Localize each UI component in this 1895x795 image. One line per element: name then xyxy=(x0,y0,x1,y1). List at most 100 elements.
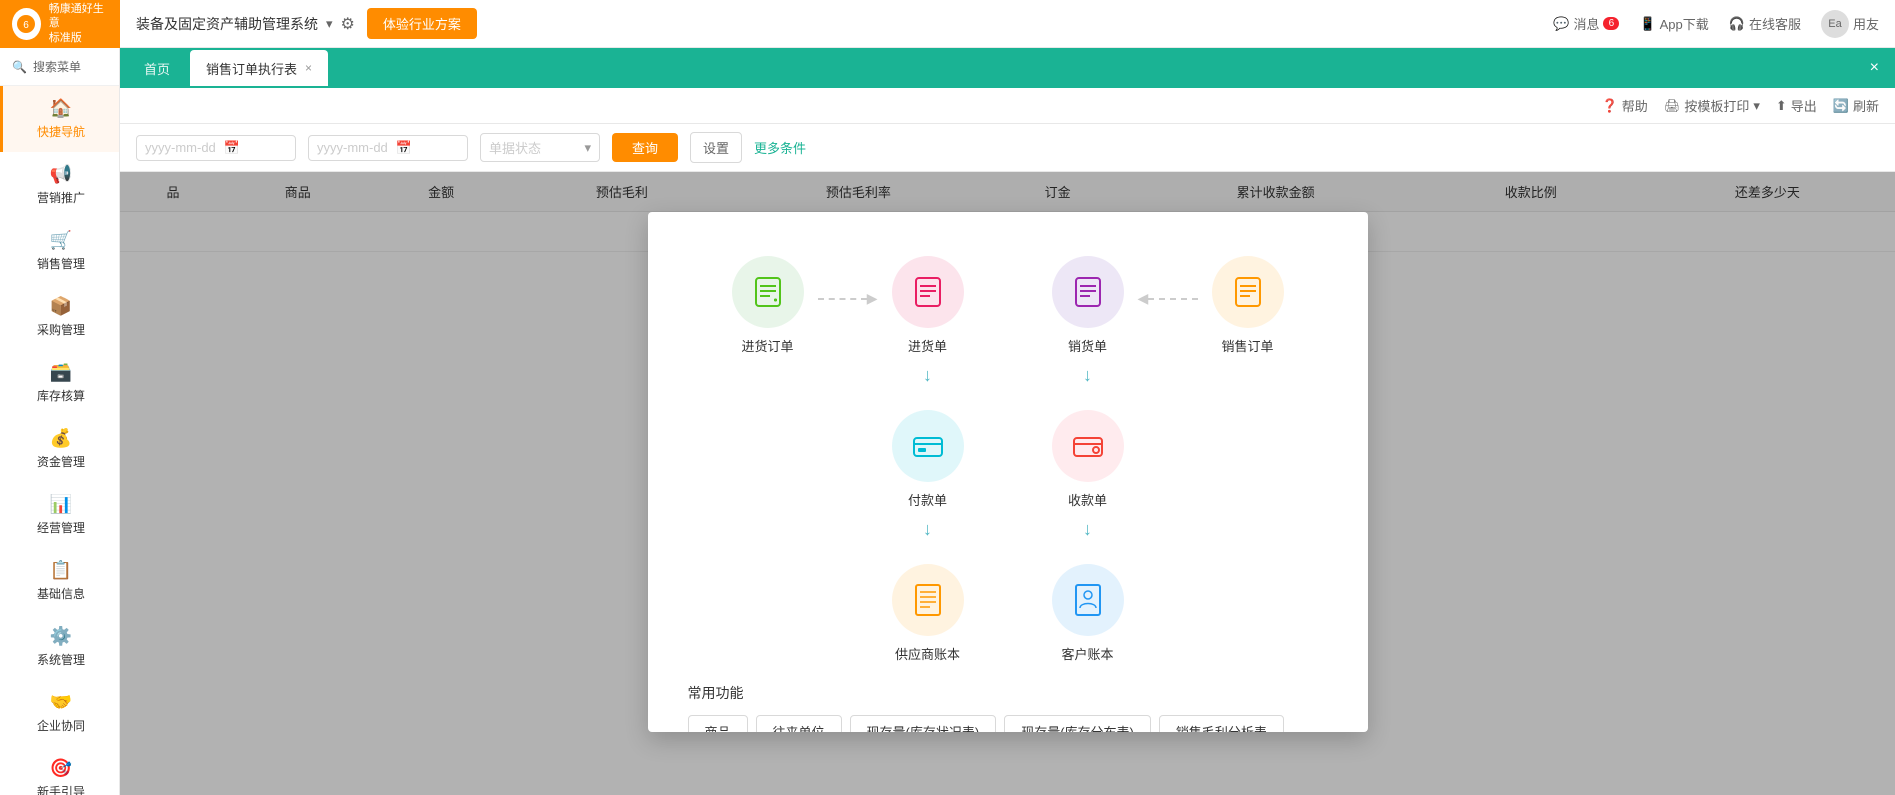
purchase-icon: 📦 xyxy=(50,296,72,317)
print-button[interactable]: 🖨 按模板打印 ▾ xyxy=(1664,96,1760,115)
func-inventory-status[interactable]: 现存量(库存状况表) xyxy=(850,715,997,732)
flow-empty-r2c4 xyxy=(1168,398,1328,552)
sale-bill-circle xyxy=(1052,256,1124,328)
customer-account-label: 客户账本 xyxy=(1061,644,1113,663)
func-sales-margin[interactable]: 销售毛利分析表 xyxy=(1159,715,1284,732)
sidebar-item-system[interactable]: ⚙️ 系统管理 xyxy=(0,614,119,680)
sale-order-circle xyxy=(1212,256,1284,328)
payment-circle xyxy=(892,410,964,482)
tab-sales-order[interactable]: 销售订单执行表 × xyxy=(190,50,328,86)
logo-area: 6 畅康通好生意 标准版 xyxy=(0,0,120,48)
basic-icon: 📋 xyxy=(50,560,72,581)
flow-purchase-order[interactable]: 进货订单 ▶ xyxy=(688,244,848,398)
svg-text:6: 6 xyxy=(24,20,30,31)
purchase-order-circle xyxy=(732,256,804,328)
purchase-bill-label: 进货单 xyxy=(908,336,947,355)
sidebar-item-quick-nav[interactable]: 🏠 快捷导航 xyxy=(0,86,119,152)
enterprise-icon: 🤝 xyxy=(50,692,72,713)
sale-bill-label: 销货单 xyxy=(1068,336,1107,355)
inventory-icon: 🗃️ xyxy=(50,362,72,383)
purchase-bill-circle xyxy=(892,256,964,328)
supplier-account-circle xyxy=(892,564,964,636)
modal-overlay[interactable]: 进货订单 ▶ xyxy=(120,172,1895,795)
arrow-down-2: ↓ xyxy=(1083,365,1092,386)
arrow-down-3: ↓ xyxy=(923,519,932,540)
arrow-down-4: ↓ xyxy=(1083,519,1092,540)
sidebar-item-purchase[interactable]: 📦 采购管理 xyxy=(0,284,119,350)
sales-icon: 🛒 xyxy=(50,230,72,251)
sidebar-item-enterprise[interactable]: 🤝 企业协同 xyxy=(0,680,119,746)
flow-supplier-account[interactable]: 供应商账本 xyxy=(848,552,1008,675)
sidebar: 🔍 搜索菜单 🏠 快捷导航 📢 营销推广 🛒 销售管理 📦 采购管理 🗃️ 库存… xyxy=(0,48,120,795)
sale-order-label: 销售订单 xyxy=(1221,336,1273,355)
customer-account-circle xyxy=(1052,564,1124,636)
sidebar-item-operation[interactable]: 📊 经营管理 xyxy=(0,482,119,548)
user-item[interactable]: Ea 用友 xyxy=(1821,10,1879,38)
online-service-item[interactable]: 🎧 在线客服 xyxy=(1729,14,1801,33)
message-badge: 6 xyxy=(1603,17,1619,30)
system-icon: ⚙️ xyxy=(50,626,72,647)
sidebar-item-newuser[interactable]: 🎯 新手引导 xyxy=(0,746,119,795)
flow-empty-r2c1 xyxy=(688,398,848,552)
modal-dialog: 进货订单 ▶ xyxy=(648,212,1368,732)
query-button[interactable]: 查询 xyxy=(612,133,678,162)
operation-icon: 📊 xyxy=(50,494,72,515)
receipt-label: 收款单 xyxy=(1068,490,1107,509)
flow-purchase-bill[interactable]: 进货单 ↓ xyxy=(848,244,1008,398)
user-avatar: Ea xyxy=(1821,10,1849,38)
arrow-right-1: ▶ xyxy=(818,290,878,307)
app-download-item[interactable]: 📱 App下载 xyxy=(1639,14,1708,33)
flow-receipt[interactable]: 收款单 ↓ xyxy=(1008,398,1168,552)
message-item[interactable]: 💬 消息 6 xyxy=(1553,14,1619,33)
main-layout: 🔍 搜索菜单 🏠 快捷导航 📢 营销推广 🛒 销售管理 📦 采购管理 🗃️ 库存… xyxy=(0,48,1895,795)
arrow-left-1: ◀ xyxy=(1138,290,1198,307)
window-close-icon[interactable]: × xyxy=(1862,59,1887,77)
refresh-icon: 🔄 xyxy=(1833,98,1849,114)
content-area: 首页 销售订单执行表 × × ❓ 帮助 🖨 按模板打印 ▾ ⬆ 导出 xyxy=(120,48,1895,795)
header-right: 💬 消息 6 📱 App下载 🎧 在线客服 Ea 用友 xyxy=(1553,10,1879,38)
marketing-icon: 📢 xyxy=(50,164,72,185)
sidebar-item-basic[interactable]: 📋 基础信息 xyxy=(0,548,119,614)
func-inventory-dist[interactable]: 现存量(库存分布表) xyxy=(1004,715,1151,732)
sidebar-item-sales[interactable]: 🛒 销售管理 xyxy=(0,218,119,284)
func-units[interactable]: 往来单位 xyxy=(756,715,842,732)
top-header: 6 畅康通好生意 标准版 装备及固定资产辅助管理系统 ▾ ⚙ 体验行业方案 💬 … xyxy=(0,0,1895,48)
flow-sale-order[interactable]: 销售订单 xyxy=(1168,244,1328,398)
help-button[interactable]: ❓ 帮助 xyxy=(1602,96,1648,115)
flow-sale-bill[interactable]: 销货单 ◀ ↓ xyxy=(1008,244,1168,398)
search-menu[interactable]: 🔍 搜索菜单 xyxy=(0,48,119,86)
search-icon: 🔍 xyxy=(12,60,27,74)
sidebar-item-inventory[interactable]: 🗃️ 库存核算 xyxy=(0,350,119,416)
date-to-input[interactable]: yyyy-mm-dd 📅 xyxy=(308,135,468,161)
status-select[interactable]: 单据状态 ▾ xyxy=(480,133,600,162)
calendar-icon: 📅 xyxy=(224,140,240,156)
print-dropdown-icon[interactable]: ▾ xyxy=(1753,98,1760,114)
sidebar-item-marketing[interactable]: 📢 营销推广 xyxy=(0,152,119,218)
set-button[interactable]: 设置 xyxy=(690,132,742,163)
modal-body: 进货订单 ▶ xyxy=(648,212,1368,732)
more-conditions-link[interactable]: 更多条件 xyxy=(754,138,806,157)
flow-customer-account[interactable]: 客户账本 xyxy=(1008,552,1168,675)
export-button[interactable]: ⬆ 导出 xyxy=(1776,96,1817,115)
date-from-input[interactable]: yyyy-mm-dd 📅 xyxy=(136,135,296,161)
settings-icon[interactable]: ⚙ xyxy=(341,14,355,34)
purchase-order-label: 进货订单 xyxy=(741,336,793,355)
tab-close-icon[interactable]: × xyxy=(305,61,312,75)
chevron-down-icon: ▾ xyxy=(584,140,591,156)
sidebar-item-finance[interactable]: 💰 资金管理 xyxy=(0,416,119,482)
refresh-button[interactable]: 🔄 刷新 xyxy=(1833,96,1879,115)
func-goods[interactable]: 商品 xyxy=(688,715,748,732)
table-container: 品 商品 金额 预估毛利 预估毛利率 订金 累计收款金额 收款比例 还差多少天 … xyxy=(120,172,1895,795)
newuser-icon: 🎯 xyxy=(50,758,72,779)
phone-icon: 📱 xyxy=(1639,16,1655,32)
flow-payment[interactable]: 付款单 ↓ xyxy=(848,398,1008,552)
filter-bar: yyyy-mm-dd 📅 yyyy-mm-dd 📅 单据状态 ▾ 查询 设置 更… xyxy=(120,124,1895,172)
home-icon: 🏠 xyxy=(50,98,72,119)
dropdown-icon[interactable]: ▾ xyxy=(326,16,333,32)
supplier-account-label: 供应商账本 xyxy=(895,644,960,663)
experience-button[interactable]: 体验行业方案 xyxy=(367,8,477,39)
flow-empty-r3c4 xyxy=(1168,552,1328,675)
message-icon: 💬 xyxy=(1553,16,1569,32)
calendar-icon-2: 📅 xyxy=(396,140,412,156)
tab-home[interactable]: 首页 xyxy=(128,48,186,88)
